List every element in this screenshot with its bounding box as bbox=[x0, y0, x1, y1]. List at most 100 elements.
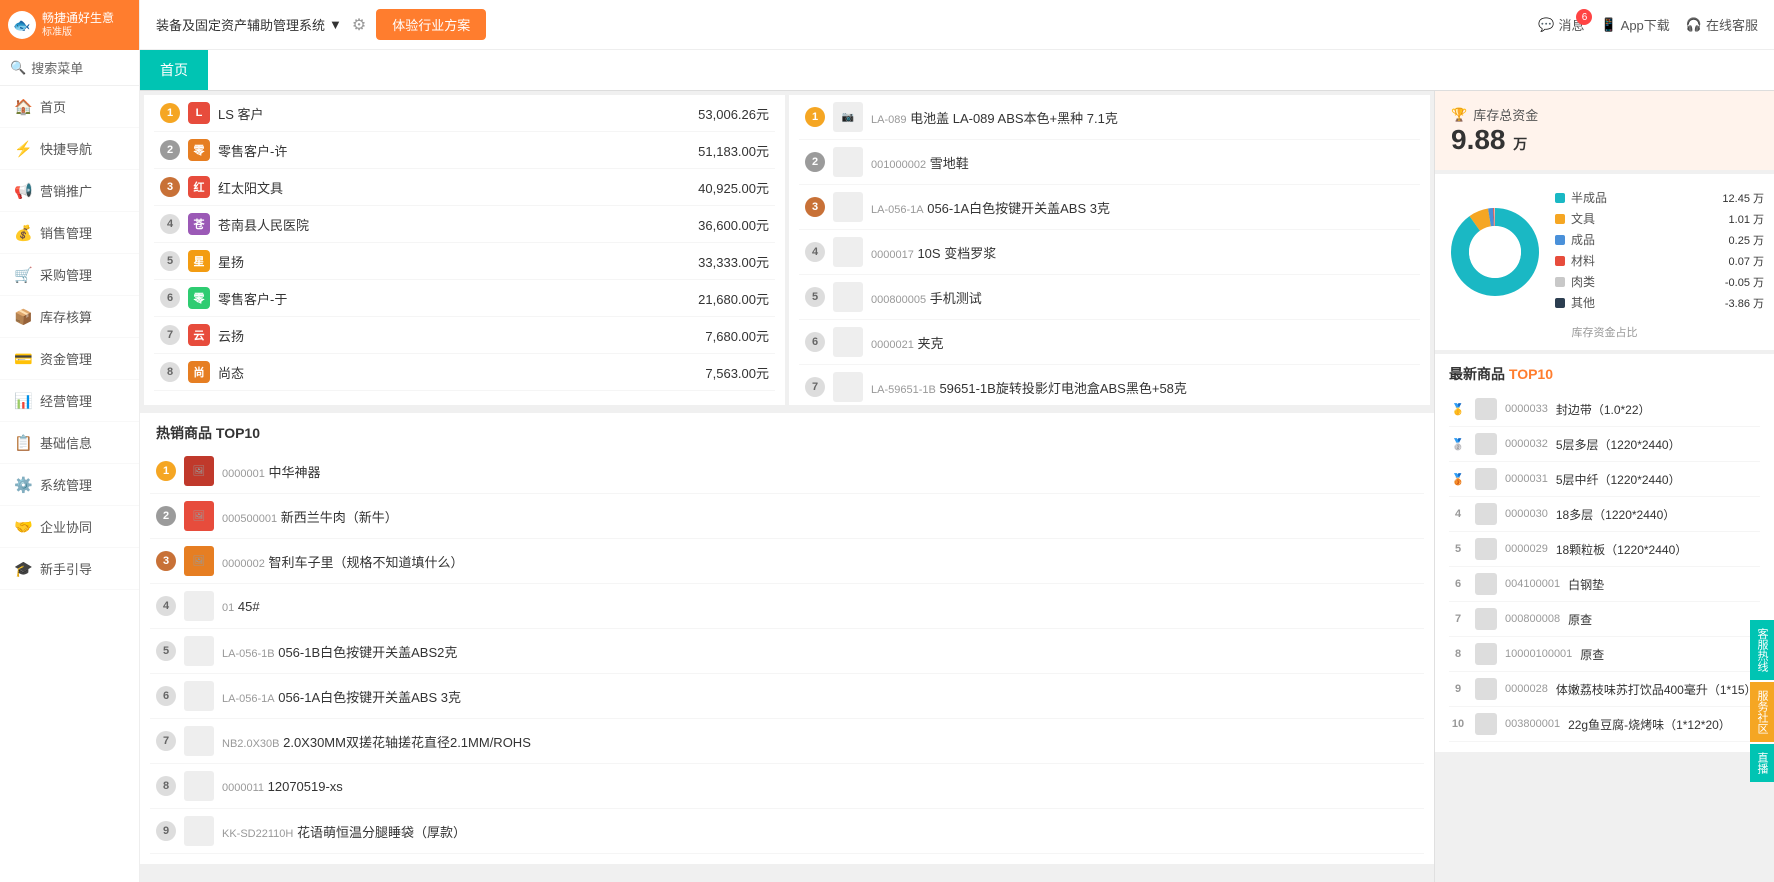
customer-name: 尚态 bbox=[218, 363, 697, 382]
hot-products-title: 热销商品 TOP10 bbox=[156, 423, 260, 443]
app-download-action[interactable]: 📱 App下载 bbox=[1600, 15, 1669, 34]
top-tag: TOP10 bbox=[1509, 366, 1553, 382]
product-thumb: 🖼 bbox=[184, 456, 214, 486]
legend-label: 文具 bbox=[1571, 210, 1723, 227]
hot-product-item: 2 🖼 000500001 新西兰牛肉（新牛） bbox=[150, 494, 1424, 539]
sidebar-nav: 🏠 首页 ⚡ 快捷导航 📢 营销推广 💰 销售管理 🛒 采购管理 📦 库存核算 … bbox=[0, 86, 139, 882]
page-nav: 首页 bbox=[140, 50, 1774, 91]
product-item: 1 📷 LA-089 电池盖 LA-089 ABS本色+黑种 7.1克 bbox=[799, 95, 1420, 140]
inventory-title: 🏆 库存总资金 bbox=[1451, 105, 1758, 124]
newest-item: 9 0000028 体嫩荔枝味苏打饮品400毫升（1*15） bbox=[1449, 672, 1760, 707]
tab-home[interactable]: 首页 bbox=[140, 50, 208, 90]
product-item: 3 LA-056-1A 056-1A白色按键开关盖ABS 3克 bbox=[799, 185, 1420, 230]
experience-btn[interactable]: 体验行业方案 bbox=[376, 9, 486, 40]
hot-product-item: 5 LA-056-1B 056-1B白色按键开关盖ABS2克 bbox=[150, 629, 1424, 674]
legend-value: 0.07 万 bbox=[1729, 253, 1764, 269]
hot-product-item: 7 NB2.0X30B 2.0X30MM双搓花轴搓花直径2.1MM/ROHS bbox=[150, 719, 1424, 764]
product-name: 封边带（1.0*22） bbox=[1556, 401, 1760, 418]
avatar: 云 bbox=[188, 324, 210, 346]
rank-number: 🥉 bbox=[1449, 470, 1467, 488]
product-thumb bbox=[1475, 503, 1497, 525]
chart-section: 半成品 12.45 万 文具 1.01 万 成品 0.25 万 bbox=[1435, 174, 1774, 350]
rank-number: 1 bbox=[160, 103, 180, 123]
operations-icon: 📊 bbox=[14, 392, 32, 410]
sidebar-item-home[interactable]: 🏠 首页 bbox=[0, 86, 139, 128]
service-community-btn[interactable]: 服务社区 bbox=[1750, 682, 1774, 742]
rank-number: 9 bbox=[1449, 680, 1467, 698]
hot-product-item: 6 LA-056-1A 056-1A白色按键开关盖ABS 3克 bbox=[150, 674, 1424, 719]
sidebar-item-label: 系统管理 bbox=[40, 475, 92, 494]
legend-label: 肉类 bbox=[1571, 273, 1719, 290]
legend-color bbox=[1555, 256, 1565, 266]
finance-icon: 💳 bbox=[14, 350, 32, 368]
rank-number: 4 bbox=[1449, 505, 1467, 523]
quicknav-icon: ⚡ bbox=[14, 140, 32, 158]
system-selector[interactable]: 装备及固定资产辅助管理系统 ▼ bbox=[156, 15, 342, 34]
messages-action[interactable]: 💬 消息 6 bbox=[1538, 15, 1584, 34]
customer-name: 零售客户-于 bbox=[218, 289, 690, 308]
sidebar-item-base[interactable]: 📋 基础信息 bbox=[0, 422, 139, 464]
top-section: 1 L LS 客户 53,006.26元 2 零 零售客户-许 51,183.0… bbox=[140, 91, 1434, 409]
rank-number: 4 bbox=[805, 242, 825, 262]
rank-number: 2 bbox=[160, 140, 180, 160]
rank-number: 10 bbox=[1449, 715, 1467, 733]
product-info: LA-089 电池盖 LA-089 ABS本色+黑种 7.1克 bbox=[871, 108, 1118, 127]
settings-icon[interactable]: ⚙ bbox=[352, 15, 366, 35]
product-name: 18多层（1220*2440） bbox=[1556, 506, 1760, 523]
sidebar-item-inventory[interactable]: 📦 库存核算 bbox=[0, 296, 139, 338]
message-icon: 💬 bbox=[1538, 17, 1554, 33]
search-icon: 🔍 bbox=[10, 60, 26, 76]
sidebar-item-system[interactable]: ⚙️ 系统管理 bbox=[0, 464, 139, 506]
legend-label: 半成品 bbox=[1571, 189, 1716, 206]
sidebar-item-collab[interactable]: 🤝 企业协同 bbox=[0, 506, 139, 548]
legend-item: 半成品 12.45 万 bbox=[1555, 189, 1764, 206]
sidebar-item-guide[interactable]: 🎓 新手引导 bbox=[0, 548, 139, 590]
hot-product-item: 4 01 45# bbox=[150, 584, 1424, 629]
customer-service-btn[interactable]: 客服热线 bbox=[1750, 620, 1774, 680]
online-service-action[interactable]: 🎧 在线客服 bbox=[1686, 15, 1758, 34]
sidebar-item-quicknav[interactable]: ⚡ 快捷导航 bbox=[0, 128, 139, 170]
product-thumb bbox=[184, 816, 214, 846]
legend-color bbox=[1555, 214, 1565, 224]
product-thumb bbox=[1475, 573, 1497, 595]
product-thumb bbox=[1475, 678, 1497, 700]
product-thumb bbox=[833, 282, 863, 312]
hot-products-list: 1 🖼 0000001 中华神器 2 🖼 000500001 新西兰牛肉（新牛） bbox=[140, 449, 1434, 864]
product-code: 10000100001 bbox=[1505, 648, 1572, 660]
legend-value: 1.01 万 bbox=[1729, 211, 1764, 227]
sidebar-item-operations[interactable]: 📊 经营管理 bbox=[0, 380, 139, 422]
legend-label: 成品 bbox=[1571, 231, 1723, 248]
donut-chart bbox=[1445, 202, 1545, 302]
inventory-label: 库存总资金 bbox=[1473, 105, 1538, 124]
product-thumb bbox=[1475, 433, 1497, 455]
rank-number: 9 bbox=[156, 821, 176, 841]
sidebar-item-sales[interactable]: 💰 销售管理 bbox=[0, 212, 139, 254]
sidebar-item-label: 经营管理 bbox=[40, 391, 92, 410]
topbar: 装备及固定资产辅助管理系统 ▼ ⚙ 体验行业方案 💬 消息 6 📱 App下载 … bbox=[140, 0, 1774, 50]
avatar: 零 bbox=[188, 139, 210, 161]
product-thumb bbox=[833, 372, 863, 402]
logo-icon: 🐟 bbox=[8, 11, 36, 39]
sidebar-search[interactable]: 🔍 搜索菜单 bbox=[0, 50, 139, 86]
rank-number: 1 bbox=[156, 461, 176, 481]
rank-number: 7 bbox=[160, 325, 180, 345]
sidebar-item-purchase[interactable]: 🛒 采购管理 bbox=[0, 254, 139, 296]
product-thumb bbox=[833, 237, 863, 267]
sidebar-item-finance[interactable]: 💳 资金管理 bbox=[0, 338, 139, 380]
sidebar-item-marketing[interactable]: 📢 营销推广 bbox=[0, 170, 139, 212]
hot-product-item: 3 🖼 0000002 智利车子里（规格不知道填什么） bbox=[150, 539, 1424, 584]
sidebar-item-label: 库存核算 bbox=[40, 307, 92, 326]
legend-label: 其他 bbox=[1571, 294, 1719, 311]
app-download-label: App下载 bbox=[1621, 15, 1670, 34]
rank-number: 🥇 bbox=[1449, 400, 1467, 418]
rank-number: 1 bbox=[805, 107, 825, 127]
product-thumb bbox=[184, 591, 214, 621]
newest-item: 🥈 0000032 5层多层（1220*2440） bbox=[1449, 427, 1760, 462]
live-stream-btn[interactable]: 直播 bbox=[1750, 744, 1774, 782]
rank-number: 4 bbox=[160, 214, 180, 234]
customer-name: 星扬 bbox=[218, 252, 690, 271]
rank-item: 3 红 红太阳文具 40,925.00元 bbox=[154, 169, 775, 206]
inventory-icon: 📦 bbox=[14, 308, 32, 326]
legend-value: -3.86 万 bbox=[1725, 295, 1764, 311]
headset-icon: 🎧 bbox=[1686, 17, 1702, 33]
